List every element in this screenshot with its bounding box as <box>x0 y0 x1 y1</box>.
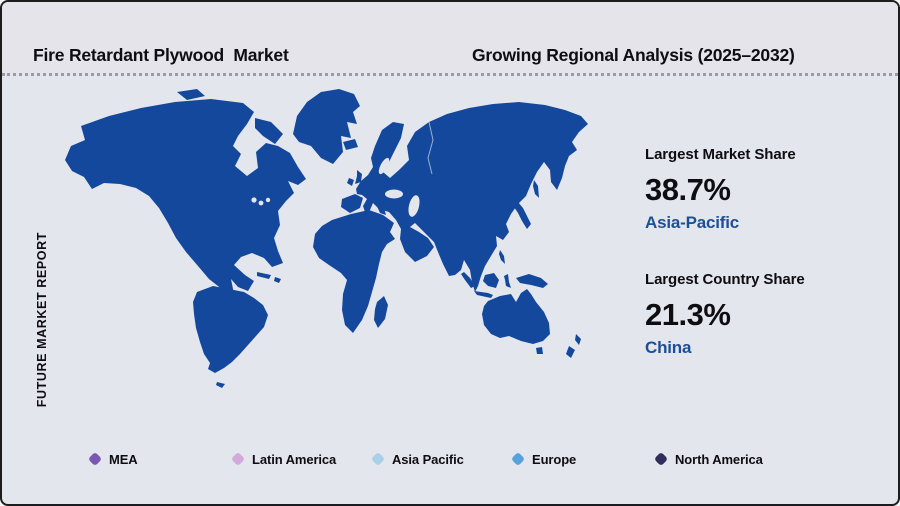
country-share-block: Largest Country Share 21.3% China <box>645 271 875 358</box>
legend-label: Asia Pacific <box>392 451 464 467</box>
legend-label: North America <box>675 451 763 467</box>
legend-item-europe: Europe <box>510 448 577 470</box>
legend-diamond-icon <box>230 451 246 467</box>
market-share-region: Asia-Pacific <box>645 213 739 232</box>
legend-item-mea: MEA <box>87 448 138 470</box>
legend-diamond-icon <box>87 451 103 467</box>
landmasses <box>65 89 588 388</box>
legend-label: MEA <box>109 451 138 467</box>
stats-panel: Largest Market Share 38.7% Asia-Pacific … <box>645 146 875 358</box>
country-share-value: 21.3% <box>645 297 731 332</box>
legend-diamond-icon <box>510 451 526 467</box>
legend-item-north-america: North America <box>653 448 763 470</box>
legend-item-latin-america: Latin America <box>230 448 337 470</box>
legend-label: Europe <box>532 451 577 467</box>
publisher-vertical-label: FUTURE MARKET REPORT <box>35 232 49 408</box>
country-share-region: China <box>645 338 692 357</box>
legend-item-asia-pacific: Asia Pacific <box>370 448 464 470</box>
infographic-frame: Fire Retardant Plywood Market Growing Re… <box>0 0 900 506</box>
country-share-label: Largest Country Share <box>645 271 805 288</box>
legend-diamond-icon <box>653 451 669 467</box>
world-map-svg <box>65 89 588 388</box>
legend-label: Latin America <box>252 451 337 467</box>
market-title: Fire Retardant Plywood Market <box>33 45 289 65</box>
header-band: Fire Retardant Plywood Market Growing Re… <box>2 2 898 76</box>
region-legend: MEA Latin America Asia Pacific Europe North … <box>2 448 898 472</box>
market-share-block: Largest Market Share 38.7% Asia-Pacific <box>645 146 875 233</box>
market-share-value: 38.7% <box>645 172 731 207</box>
legend-diamond-icon <box>370 451 386 467</box>
world-map <box>57 82 597 427</box>
report-subtitle: Growing Regional Analysis (2025–2032) <box>472 45 795 65</box>
market-share-label: Largest Market Share <box>645 146 796 163</box>
